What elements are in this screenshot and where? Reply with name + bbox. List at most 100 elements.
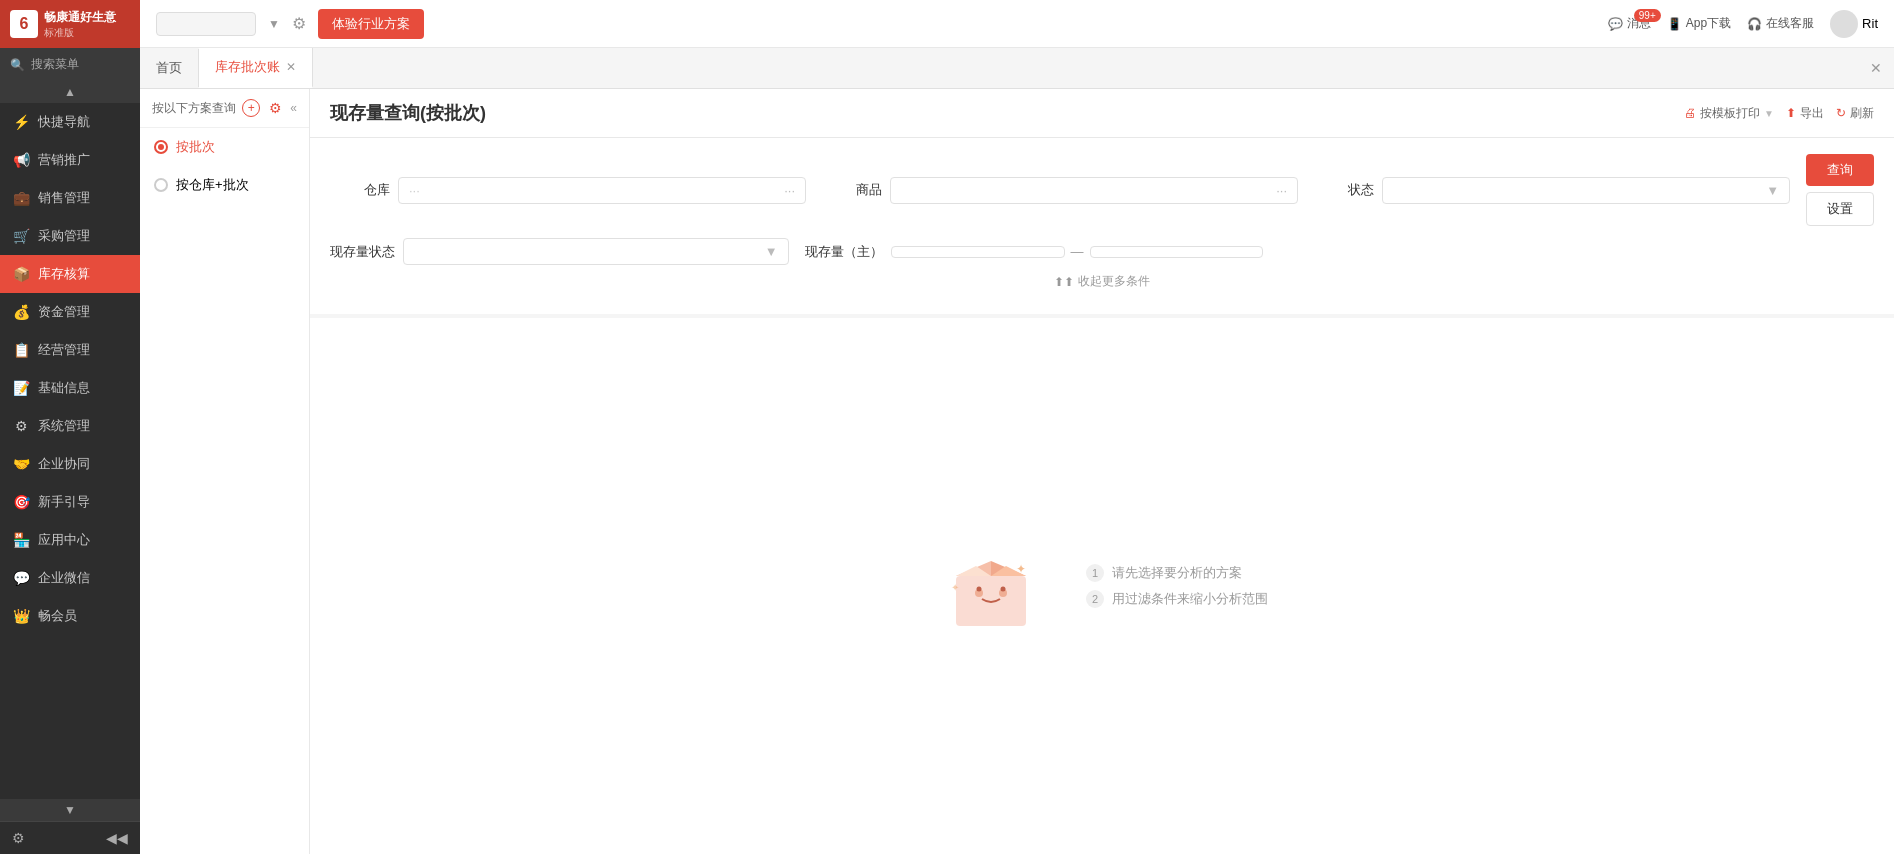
scheme-by-warehouse-batch-label: 按仓库+批次 <box>176 176 249 194</box>
range-dash: — <box>1071 244 1084 259</box>
sidebar-item-purchase[interactable]: 🛒 采购管理 <box>0 217 140 255</box>
notification-badge: 99+ <box>1634 9 1661 22</box>
tab-inventory-batch[interactable]: 库存批次账 ✕ <box>199 48 313 88</box>
sidebar-item-newbie[interactable]: 🎯 新手引导 <box>0 483 140 521</box>
sidebar-item-enterprise[interactable]: 🤝 企业协同 <box>0 445 140 483</box>
sidebar-item-sales[interactable]: 💼 销售管理 <box>0 179 140 217</box>
app-download-label: App下载 <box>1686 15 1731 32</box>
query-settings-wrap: 查询 设置 <box>1806 154 1874 226</box>
sidebar-item-label: 基础信息 <box>38 379 90 397</box>
export-icon: ⬆ <box>1786 106 1796 120</box>
page-title: 现存量查询(按批次) <box>330 101 486 137</box>
left-panel-header: 按以下方案查询 + ⚙ « <box>140 89 309 128</box>
scheme-by-batch-label: 按批次 <box>176 138 215 156</box>
operations-icon: 📋 <box>12 341 30 359</box>
empty-state-content: ✦ ✦ 1 请先选择要分析的方案 2 用过滤条件来缩小分析范围 <box>936 531 1268 641</box>
inventory-status-select[interactable]: ▼ <box>403 238 789 265</box>
filter-area: 仓库 ··· ··· 商品 ··· 状态 <box>310 138 1894 314</box>
sidebar-item-label: 营销推广 <box>38 151 90 169</box>
sidebar-item-system[interactable]: ⚙ 系统管理 <box>0 407 140 445</box>
sidebar-scroll-up[interactable]: ▲ <box>0 81 140 103</box>
collapse-up-icon: ⬆⬆ <box>1054 275 1074 289</box>
sidebar-item-label: 销售管理 <box>38 189 90 207</box>
sidebar-item-operations[interactable]: 📋 经营管理 <box>0 331 140 369</box>
online-service-btn[interactable]: 🎧 在线客服 <box>1747 15 1814 32</box>
warehouse-label: 仓库 <box>330 181 390 199</box>
empty-box-svg: ✦ ✦ <box>936 531 1046 641</box>
svg-text:✦: ✦ <box>951 582 959 593</box>
topbar-gear-icon[interactable]: ⚙ <box>292 14 306 33</box>
sidebar-scroll-down[interactable]: ▼ <box>0 799 140 821</box>
trial-btn[interactable]: 体验行业方案 <box>318 9 424 39</box>
refresh-label: 刷新 <box>1850 105 1874 122</box>
inventory-qty-label: 现存量（主） <box>805 243 883 261</box>
refresh-icon: ↻ <box>1836 106 1846 120</box>
sidebar-search[interactable]: 🔍 搜索菜单 <box>0 48 140 81</box>
refresh-btn[interactable]: ↻ 刷新 <box>1836 105 1874 122</box>
status-select[interactable]: ▼ <box>1382 177 1790 204</box>
tab-inventory-batch-label: 库存批次账 <box>215 58 280 76</box>
topbar-dropdown-icon[interactable]: ▼ <box>268 17 280 31</box>
left-panel: 按以下方案查询 + ⚙ « 按批次 按仓库+批次 <box>140 89 310 854</box>
warehouse-filter: 仓库 ··· ··· <box>330 177 806 204</box>
hint-text-1: 请先选择要分析的方案 <box>1112 564 1242 582</box>
print-dropdown-icon[interactable]: ▼ <box>1764 108 1774 119</box>
settings-btn[interactable]: 设置 <box>1806 192 1874 226</box>
tab-area-close-icon[interactable]: ✕ <box>1870 60 1882 76</box>
sidebar-item-label: 系统管理 <box>38 417 90 435</box>
print-btn[interactable]: 🖨 按模板打印 ▼ <box>1684 105 1774 122</box>
collapse-more-btn[interactable]: ⬆⬆ 收起更多条件 <box>330 265 1874 298</box>
tab-home[interactable]: 首页 <box>140 49 199 87</box>
scheme-settings-icon[interactable]: ⚙ <box>266 99 284 117</box>
tab-close-icon[interactable]: ✕ <box>286 60 296 74</box>
scheme-by-warehouse-batch[interactable]: 按仓库+批次 <box>140 166 309 204</box>
inventory-qty-to[interactable] <box>1090 246 1264 258</box>
purchase-icon: 🛒 <box>12 227 30 245</box>
topbar-search-input[interactable] <box>156 12 256 36</box>
system-icon: ⚙ <box>12 417 30 435</box>
message-icon: 💬 <box>1608 17 1623 31</box>
sidebar-item-marketing[interactable]: 📢 营销推广 <box>0 141 140 179</box>
inventory-status-filter: 现存量状态 ▼ <box>330 238 789 265</box>
product-dots-icon: ··· <box>1276 183 1287 198</box>
sidebar-item-label: 采购管理 <box>38 227 90 245</box>
add-scheme-icon[interactable]: + <box>242 99 260 117</box>
app-title: 畅康通好生意 <box>44 9 116 26</box>
query-btn[interactable]: 查询 <box>1806 154 1874 186</box>
main-content: ▼ ⚙ 体验行业方案 💬 消息 99+ 📱 App下载 🎧 在线客服 Rit <box>140 0 1894 854</box>
sidebar-item-label: 应用中心 <box>38 531 90 549</box>
warehouse-input[interactable]: ··· ··· <box>398 177 806 204</box>
sidebar-item-wechat[interactable]: 💬 企业微信 <box>0 559 140 597</box>
sidebar-item-quick-nav[interactable]: ⚡ 快捷导航 <box>0 103 140 141</box>
product-input[interactable]: ··· <box>890 177 1298 204</box>
tab-home-label: 首页 <box>156 59 182 77</box>
warehouse-value: ··· <box>409 183 420 198</box>
inventory-qty-from[interactable] <box>891 246 1065 258</box>
print-label: 按模板打印 <box>1700 105 1760 122</box>
collapse-panel-icon[interactable]: « <box>290 101 297 115</box>
radio-by-warehouse-batch <box>154 178 168 192</box>
export-btn[interactable]: ⬆ 导出 <box>1786 105 1824 122</box>
sidebar-item-app-center[interactable]: 🏪 应用中心 <box>0 521 140 559</box>
radio-by-batch <box>154 140 168 154</box>
sidebar-item-inventory[interactable]: 📦 库存核算 <box>0 255 140 293</box>
page-header-actions: 🖨 按模板打印 ▼ ⬆ 导出 ↻ 刷新 <box>1684 105 1874 134</box>
user-menu[interactable]: Rit <box>1830 10 1878 38</box>
vip-icon: 👑 <box>12 607 30 625</box>
sidebar-item-basics[interactable]: 📝 基础信息 <box>0 369 140 407</box>
messages-btn[interactable]: 💬 消息 99+ <box>1608 15 1651 32</box>
scheme-by-batch[interactable]: 按批次 <box>140 128 309 166</box>
newbie-icon: 🎯 <box>12 493 30 511</box>
quick-nav-icon: ⚡ <box>12 113 30 131</box>
hint-num-2: 2 <box>1086 590 1104 608</box>
tabs-bar: 首页 库存批次账 ✕ ✕ <box>140 48 1894 89</box>
sidebar-item-finance[interactable]: 💰 资金管理 <box>0 293 140 331</box>
settings-footer-icon[interactable]: ⚙ <box>12 830 25 846</box>
status-filter: 状态 ▼ <box>1314 177 1790 204</box>
app-download-btn[interactable]: 📱 App下载 <box>1667 15 1731 32</box>
app-logo: 6 <box>10 10 38 38</box>
sidebar-item-vip[interactable]: 👑 畅会员 <box>0 597 140 635</box>
avatar <box>1830 10 1858 38</box>
empty-hint-2: 2 用过滤条件来缩小分析范围 <box>1086 590 1268 608</box>
collapse-sidebar-icon[interactable]: ◀◀ <box>106 830 128 846</box>
